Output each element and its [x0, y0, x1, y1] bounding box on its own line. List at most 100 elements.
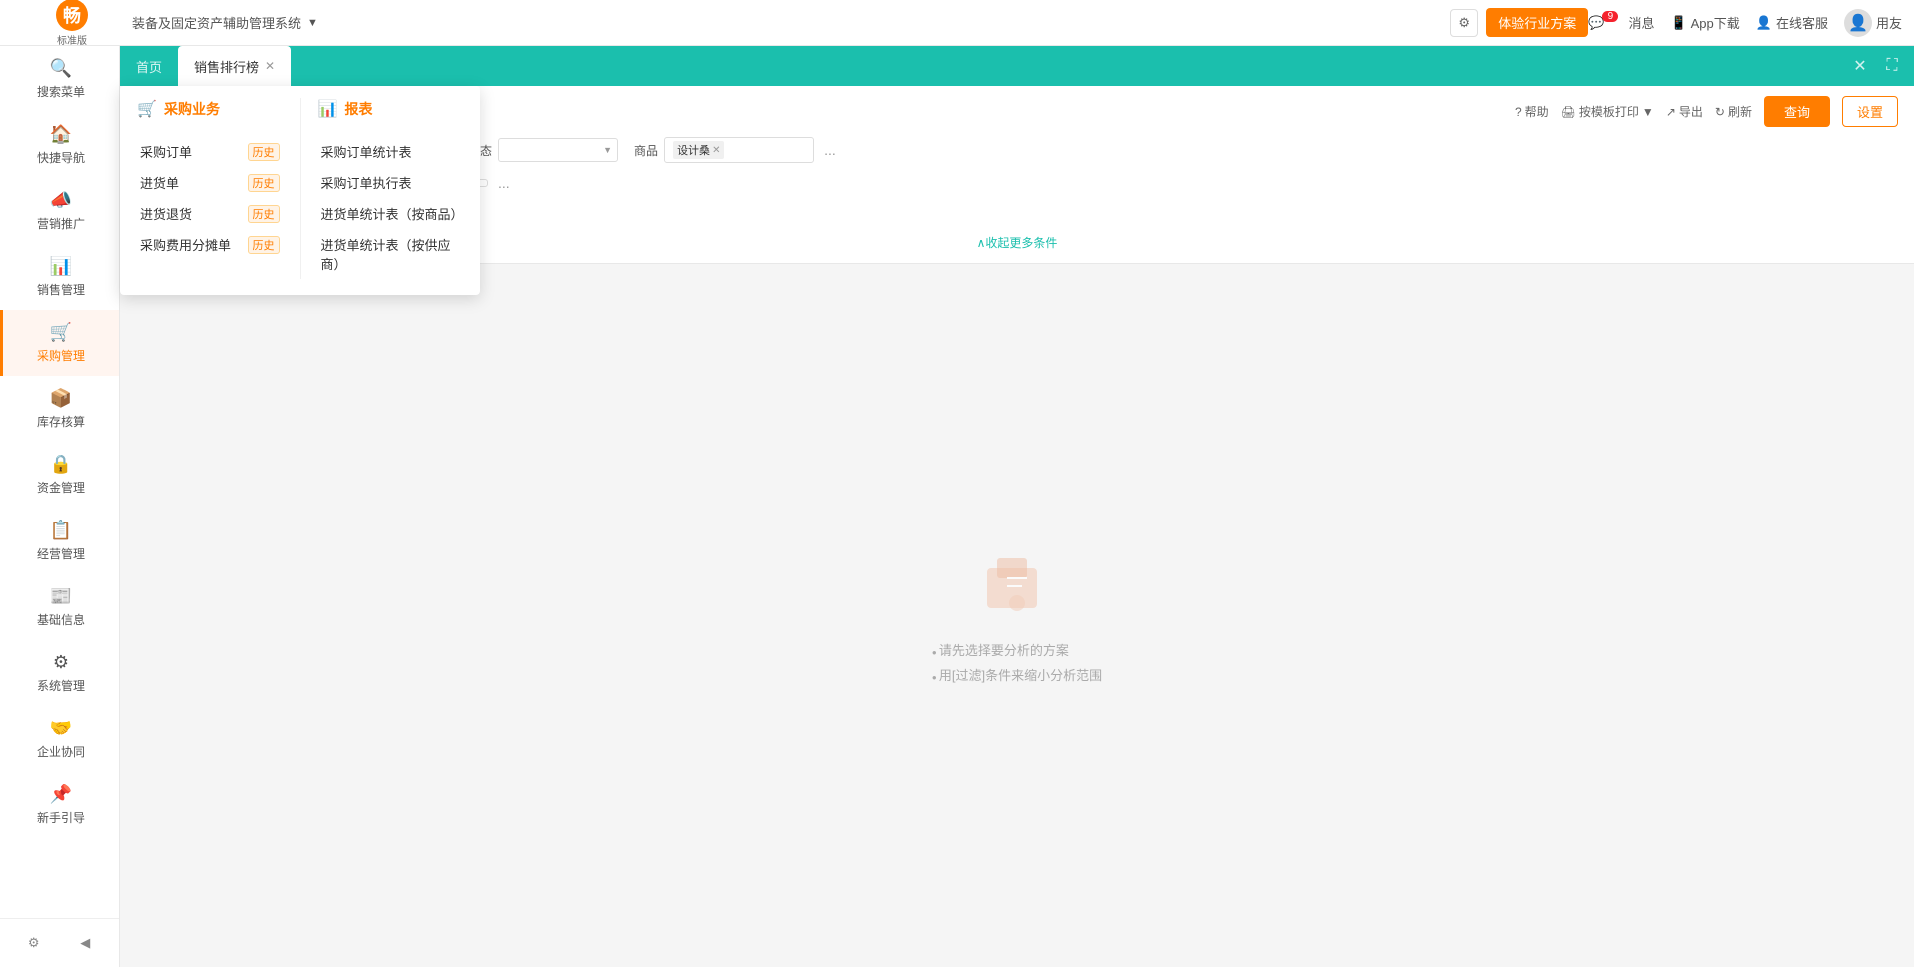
goods-tag-text: 设计桑 — [677, 142, 710, 158]
topbar: 畅 标准版 装备及固定资产辅助管理系统 ▼ ⚙ 体验行业方案 💬 9 消息 📱 … — [0, 0, 1914, 46]
sidebar-settings-btn[interactable]: ⚙ — [18, 927, 50, 959]
refresh-btn[interactable]: ↻ 刷新 — [1715, 103, 1752, 120]
help-btn[interactable]: ? 帮助 — [1515, 103, 1549, 120]
history-badge-2: 历史 — [248, 205, 280, 223]
message-btn[interactable]: 💬 9 消息 — [1588, 13, 1654, 32]
item-label-cost: 采购费用分摊单 — [140, 235, 231, 254]
sidebar-item-operation[interactable]: 📋 经营管理 — [0, 508, 119, 574]
tab-bar-actions: ✕ ⛶ — [1846, 52, 1914, 80]
report-col-header: 📊 报表 — [317, 98, 465, 126]
goods-tag: 设计桑 ✕ — [673, 141, 724, 159]
dropdown-item-receipt-stat-supplier[interactable]: 进货单统计表（按供应商） — [317, 229, 465, 279]
collapse-icon: ∧ — [977, 236, 986, 250]
basic-info-icon: 📰 — [50, 586, 72, 607]
tab-home-label: 首页 — [136, 57, 162, 76]
sidebar-label-quick-nav: 快捷导航 — [37, 149, 85, 166]
goods-tag-close[interactable]: ✕ — [712, 145, 720, 156]
operation-icon: 📋 — [50, 520, 72, 541]
print-dropdown-icon[interactable]: ▼ — [1642, 105, 1654, 119]
sidebar-item-search[interactable]: 🔍 搜索菜单 — [0, 46, 119, 112]
tab-sales-rank[interactable]: 销售排行榜 ✕ — [178, 46, 291, 86]
sidebar-label-marketing: 营销推广 — [37, 215, 85, 232]
dropdown-item-receipt[interactable]: 进货单 历史 — [136, 167, 284, 198]
purchase-icon: 🛒 — [50, 322, 72, 343]
tab-close-icon[interactable]: ✕ — [265, 60, 275, 72]
sidebar-item-finance[interactable]: 🔒 资金管理 — [0, 442, 119, 508]
goods-ellipsis[interactable]: ... — [820, 142, 840, 158]
user-btn[interactable]: 👤 用友 — [1844, 9, 1902, 37]
service-label: 在线客服 — [1776, 13, 1828, 32]
tab-bar: 首页 销售排行榜 ✕ ✕ ⛶ — [120, 46, 1914, 86]
purchase-dropdown-menu: 🛒 采购业务 采购订单 历史 进货单 历史 进货退货 历史 采购费用分摊单 — [120, 86, 480, 295]
industry-button[interactable]: 体验行业方案 — [1486, 8, 1588, 37]
message-label: 消息 — [1628, 13, 1654, 32]
sidebar: 🔍 搜索菜单 🏠 快捷导航 📣 营销推广 📊 销售管理 🛒 采购管理 📦 库存核… — [0, 46, 120, 967]
inventory-icon: 📦 — [50, 388, 72, 409]
gear-button[interactable]: ⚙ — [1450, 9, 1478, 37]
logo-text: 标准版 — [57, 32, 87, 47]
dropdown-item-cost[interactable]: 采购费用分摊单 历史 — [136, 229, 284, 260]
sidebar-item-marketing[interactable]: 📣 营销推广 — [0, 178, 119, 244]
app-download-btn[interactable]: 📱 App下载 — [1670, 13, 1739, 32]
sidebar-collapse-btn[interactable]: ◀ — [69, 927, 101, 959]
sidebar-item-purchase[interactable]: 🛒 采购管理 — [0, 310, 119, 376]
system-title: 装备及固定资产辅助管理系统 ▼ — [132, 13, 1450, 32]
finance-icon: 🔒 — [50, 454, 72, 475]
empty-illustration — [977, 548, 1057, 628]
collapse-label: 收起更多条件 — [985, 234, 1057, 251]
tab-home[interactable]: 首页 — [120, 46, 178, 86]
dropdown-col-purchase: 🛒 采购业务 采购订单 历史 进货单 历史 进货退货 历史 采购费用分摊单 — [120, 98, 300, 279]
export-label: 导出 — [1679, 103, 1703, 120]
help-icon: ? — [1515, 105, 1522, 119]
system-dropdown-arrow[interactable]: ▼ — [307, 17, 318, 29]
sidebar-label-sales: 销售管理 — [37, 281, 85, 298]
sidebar-item-inventory[interactable]: 📦 库存核算 — [0, 376, 119, 442]
logo-area: 畅 标准版 — [12, 0, 132, 47]
history-badge-0: 历史 — [248, 143, 280, 161]
goods-tag-input[interactable]: 设计桑 ✕ — [664, 137, 814, 163]
query-button[interactable]: 查询 — [1764, 96, 1830, 127]
doc-status-select[interactable] — [498, 138, 618, 162]
dropdown-item-receipt-stat-goods[interactable]: 进货单统计表（按商品） — [317, 198, 465, 229]
dropdown-item-order-exec[interactable]: 采购订单执行表 — [317, 167, 465, 198]
sidebar-label-basic-info: 基础信息 — [37, 611, 85, 628]
history-badge-3: 历史 — [248, 236, 280, 254]
search-icon: 🔍 — [50, 58, 72, 79]
sidebar-label-system: 系统管理 — [37, 677, 85, 694]
user-label: 用友 — [1876, 13, 1902, 32]
sidebar-item-sales[interactable]: 📊 销售管理 — [0, 244, 119, 310]
empty-tip-1: 请先选择要分析的方案 — [932, 640, 1102, 659]
app-icon: 📱 — [1670, 15, 1686, 31]
empty-state: 请先选择要分析的方案 用[过滤]条件来缩小分析范围 — [120, 264, 1914, 967]
print-btn[interactable]: 🖨 按模板打印 ▼ — [1561, 103, 1654, 120]
purchase-col-icon: 🛒 — [136, 98, 158, 120]
export-btn[interactable]: ↗ 导出 — [1666, 103, 1703, 120]
item-label-order-exec: 采购订单执行表 — [321, 173, 412, 192]
sidebar-item-system[interactable]: ⚙ 系统管理 — [0, 640, 119, 706]
sidebar-bottom: ⚙ ◀ — [0, 918, 119, 967]
topbar-right: 💬 9 消息 📱 App下载 👤 在线客服 👤 用友 — [1588, 9, 1902, 37]
item-label-receipt-stat-supplier: 进货单统计表（按供应商） — [321, 235, 461, 273]
dropdown-item-order-stat[interactable]: 采购订单统计表 — [317, 136, 465, 167]
service-icon: 👤 — [1756, 15, 1772, 31]
fullscreen-action[interactable]: ⛶ — [1878, 52, 1906, 80]
close-tab-action[interactable]: ✕ — [1846, 52, 1874, 80]
salesperson-ellipsis[interactable]: ... — [494, 175, 514, 191]
sidebar-item-newbie[interactable]: 📌 新手引导 — [0, 772, 119, 838]
sidebar-item-cooperation[interactable]: 🤝 企业协同 — [0, 706, 119, 772]
sidebar-label-inventory: 库存核算 — [37, 413, 85, 430]
purchase-col-header: 🛒 采购业务 — [136, 98, 284, 126]
dropdown-col-report: 📊 报表 采购订单统计表 采购订单执行表 进货单统计表（按商品） 进货单统计表（… — [300, 98, 481, 279]
doc-status-select-wrap — [498, 138, 618, 162]
system-title-text: 装备及固定资产辅助管理系统 — [132, 13, 301, 32]
online-service-btn[interactable]: 👤 在线客服 — [1756, 13, 1828, 32]
dropdown-item-return[interactable]: 进货退货 历史 — [136, 198, 284, 229]
sidebar-item-basic-info[interactable]: 📰 基础信息 — [0, 574, 119, 640]
setting-button[interactable]: 设置 — [1842, 96, 1898, 127]
refresh-icon: ↻ — [1715, 105, 1725, 119]
message-badge: 9 — [1602, 11, 1618, 22]
dropdown-item-purchase-order[interactable]: 采购订单 历史 — [136, 136, 284, 167]
sidebar-item-quick-nav[interactable]: 🏠 快捷导航 — [0, 112, 119, 178]
sidebar-label-newbie: 新手引导 — [37, 809, 85, 826]
system-icon: ⚙ — [53, 652, 69, 673]
